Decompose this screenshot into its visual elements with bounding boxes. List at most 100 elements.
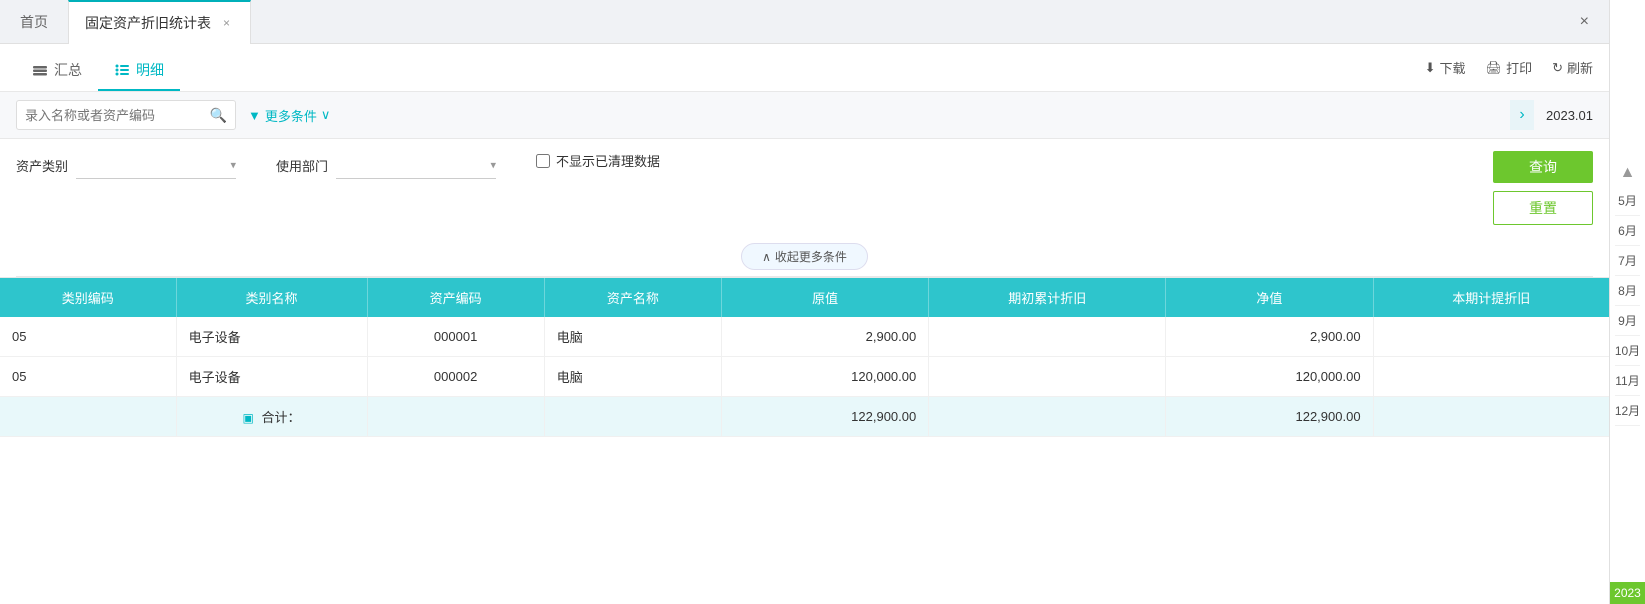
cell-net-value: 120,000.00	[1166, 357, 1373, 397]
tab-detail-label: 明细	[136, 60, 164, 80]
cell-net-value: 2,900.00	[1166, 317, 1373, 357]
cell-asset-name: 电脑	[544, 317, 721, 357]
download-icon: ⬇	[1425, 60, 1436, 76]
sidebar-month-item[interactable]: 12月	[1615, 396, 1640, 426]
search-icon[interactable]: 🔍	[210, 107, 227, 124]
total-label-cell: ▣ 合计：	[176, 397, 367, 437]
refresh-label: 刷新	[1567, 58, 1593, 77]
chevron-down-icon: ∨	[321, 107, 331, 123]
more-filter-label: 更多条件	[265, 106, 317, 125]
total-label: 合计：	[262, 410, 301, 425]
list-icon	[114, 62, 130, 78]
total-net-value: 122,900.00	[1166, 397, 1373, 437]
category-select[interactable]	[76, 151, 236, 179]
checkbox-filter-group: 不显示已清理数据	[536, 151, 660, 170]
collapse-row: ∧ 收起更多条件	[16, 237, 1593, 277]
content-area: 汇总 明细	[0, 44, 1609, 604]
refresh-button[interactable]: ↻ 刷新	[1552, 58, 1593, 77]
download-button[interactable]: ⬇ 下载	[1425, 58, 1466, 77]
window-close-button[interactable]: ×	[1560, 13, 1609, 31]
col-original-value: 原值	[721, 278, 928, 317]
search-input[interactable]	[25, 108, 210, 123]
total-accumulated-dep	[929, 397, 1166, 437]
cell-original-value: 120,000.00	[721, 357, 928, 397]
cell-category-code: 05	[0, 357, 176, 397]
cell-original-value: 2,900.00	[721, 317, 928, 357]
tab-detail[interactable]: 明细	[98, 51, 180, 91]
print-button[interactable]: 🖨 打印	[1486, 58, 1533, 77]
sidebar-month-item[interactable]: 7月	[1615, 246, 1640, 276]
category-label: 资产类别	[16, 156, 68, 175]
sidebar-month-item[interactable]: 11月	[1615, 366, 1640, 396]
category-select-wrap	[76, 151, 236, 179]
cell-category-name: 电子设备	[176, 317, 367, 357]
sidebar-month-item[interactable]: 9月	[1615, 306, 1640, 336]
search-row: 🔍 ▼ 更多条件 ∨ › 2023.01	[0, 92, 1609, 139]
tab-bar: 首页 固定资产折旧统计表 × ×	[0, 0, 1609, 44]
table-header-row: 类别编码 类别名称 资产编码 资产名称 原值 期初累计折旧 净值 本期计提折旧	[0, 278, 1609, 317]
sidebar-months: 5月6月7月8月9月10月11月12月	[1615, 186, 1640, 426]
total-cell-blank1	[0, 397, 176, 437]
total-cell-blank3	[544, 397, 721, 437]
col-current-dep: 本期计提折旧	[1373, 278, 1609, 317]
sub-tabs: 汇总 明细	[16, 44, 180, 91]
tab-close-icon[interactable]: ×	[219, 14, 234, 32]
tab-home[interactable]: 首页	[0, 0, 68, 44]
col-net-value: 净值	[1166, 278, 1373, 317]
nav-arrow-button[interactable]: ›	[1510, 100, 1534, 130]
col-accumulated-dep: 期初累计折旧	[929, 278, 1166, 317]
total-cell-blank2	[367, 397, 544, 437]
hide-cleared-checkbox[interactable]	[536, 154, 550, 168]
category-filter-group: 资产类别	[16, 151, 236, 179]
department-filter-group: 使用部门	[276, 151, 496, 179]
collapse-icon: ∧	[762, 250, 771, 264]
query-button[interactable]: 查询	[1493, 151, 1593, 183]
reset-button[interactable]: 重置	[1493, 191, 1593, 225]
sidebar-month-item[interactable]: 8月	[1615, 276, 1640, 306]
col-asset-name: 资产名称	[544, 278, 721, 317]
sidebar-month-item[interactable]: 10月	[1615, 336, 1640, 366]
sidebar-year: 2023	[1610, 582, 1645, 604]
tab-active[interactable]: 固定资产折旧统计表 ×	[68, 0, 251, 44]
more-filter-button[interactable]: ▼ 更多条件 ∨	[248, 106, 330, 125]
download-label: 下载	[1440, 58, 1466, 77]
cell-category-name: 电子设备	[176, 357, 367, 397]
layers-icon	[32, 62, 48, 78]
collapse-button[interactable]: ∧ 收起更多条件	[741, 243, 868, 270]
tab-active-label: 固定资产折旧统计表	[85, 13, 211, 33]
filter-icon: ▼	[248, 108, 261, 123]
department-select[interactable]	[336, 151, 496, 179]
cell-current-dep	[1373, 317, 1609, 357]
print-label: 打印	[1506, 58, 1532, 77]
table-row: 05 电子设备 000002 电脑 120,000.00 120,000.00	[0, 357, 1609, 397]
cell-current-dep	[1373, 357, 1609, 397]
refresh-icon: ↻	[1552, 60, 1563, 76]
col-category-name: 类别名称	[176, 278, 367, 317]
cell-asset-name: 电脑	[544, 357, 721, 397]
department-label: 使用部门	[276, 156, 328, 175]
print-icon: 🖨	[1486, 60, 1503, 76]
cell-asset-code: 000002	[367, 357, 544, 397]
department-select-wrap	[336, 151, 496, 179]
sidebar-month-item[interactable]: 6月	[1615, 216, 1640, 246]
sidebar-nav-up[interactable]: ▲	[1610, 160, 1645, 186]
right-sidebar: ▲ 5月6月7月8月9月10月11月12月 2023	[1609, 0, 1645, 604]
filter-area: 资产类别 使用部门	[0, 139, 1609, 278]
collapse-label: 收起更多条件	[775, 248, 847, 265]
tab-summary[interactable]: 汇总	[16, 51, 98, 91]
date-label: 2023.01	[1546, 108, 1593, 123]
sidebar-month-item[interactable]: 5月	[1615, 186, 1640, 216]
total-original-value: 122,900.00	[721, 397, 928, 437]
main-table: 类别编码 类别名称 资产编码 资产名称 原值 期初累计折旧 净值 本期计提折旧 …	[0, 278, 1609, 437]
table-row: 05 电子设备 000001 电脑 2,900.00 2,900.00	[0, 317, 1609, 357]
total-icon: ▣	[243, 411, 254, 425]
total-current-dep	[1373, 397, 1609, 437]
toolbar-right: ⬇ 下载 🖨 打印 ↻ 刷新	[1425, 58, 1593, 77]
cell-accumulated-dep	[929, 317, 1166, 357]
cell-asset-code: 000001	[367, 317, 544, 357]
tab-summary-label: 汇总	[54, 60, 82, 80]
cell-category-code: 05	[0, 317, 176, 357]
cell-accumulated-dep	[929, 357, 1166, 397]
search-input-wrap: 🔍	[16, 100, 236, 130]
col-category-code: 类别编码	[0, 278, 176, 317]
